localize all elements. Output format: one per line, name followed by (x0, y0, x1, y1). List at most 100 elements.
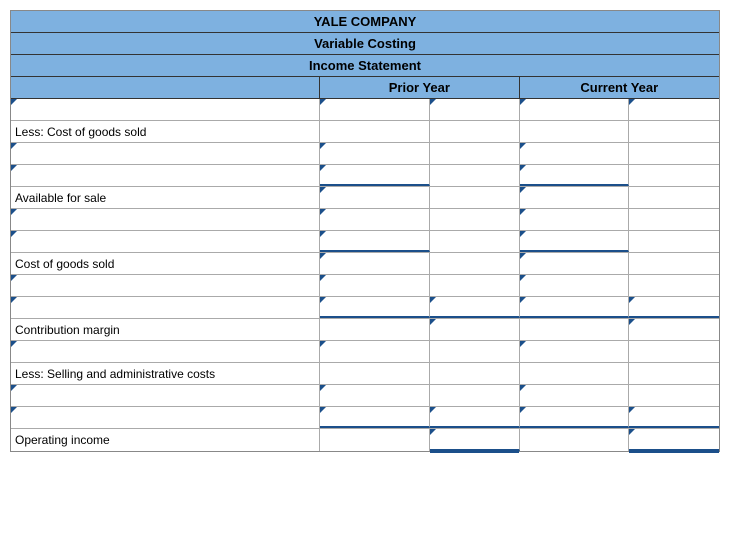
value-cell[interactable] (430, 297, 520, 318)
label-text: Less: Cost of goods sold (11, 125, 146, 139)
value-cell (629, 231, 719, 252)
dropdown-icon (320, 275, 326, 281)
dropdown-icon (11, 385, 17, 391)
value-cell (320, 363, 430, 384)
value-cell[interactable] (520, 231, 630, 252)
dropdown-icon (520, 341, 526, 347)
label-text: Less: Selling and administrative costs (11, 367, 215, 381)
value-cell[interactable] (320, 143, 430, 164)
value-cell (430, 187, 520, 208)
table-row (11, 165, 719, 187)
label-cell[interactable] (11, 385, 320, 406)
value-cell[interactable] (520, 143, 630, 164)
value-cell[interactable] (629, 99, 719, 120)
value-cell[interactable] (320, 165, 430, 186)
table-row (11, 231, 719, 253)
label-cell[interactable] (11, 231, 320, 252)
value-cell[interactable] (629, 319, 719, 340)
value-cell[interactable] (629, 429, 719, 451)
label-cell[interactable] (11, 209, 320, 230)
value-cell[interactable] (520, 275, 630, 296)
value-cell[interactable] (520, 165, 630, 186)
label-cell[interactable] (11, 143, 320, 164)
report-name: Variable Costing (314, 36, 416, 51)
value-cell[interactable] (520, 407, 630, 428)
label-cell[interactable] (11, 99, 320, 120)
dropdown-icon (11, 143, 17, 149)
dropdown-icon (430, 99, 436, 105)
label-cell[interactable] (11, 165, 320, 186)
value-cell (629, 121, 719, 142)
value-cell[interactable] (320, 99, 430, 120)
value-cell[interactable] (320, 209, 430, 230)
dropdown-icon (320, 253, 326, 259)
value-cell (520, 429, 630, 451)
value-cell (430, 121, 520, 142)
value-cell[interactable] (320, 275, 430, 296)
value-cell[interactable] (520, 341, 630, 362)
value-cell[interactable] (629, 407, 719, 428)
value-cell[interactable] (320, 253, 430, 274)
value-cell[interactable] (320, 407, 430, 428)
value-cell[interactable] (520, 99, 630, 120)
dropdown-icon (320, 99, 326, 105)
value-cell[interactable] (430, 319, 520, 340)
value-cell[interactable] (320, 187, 430, 208)
label-cell: Available for sale (11, 187, 320, 208)
value-cell (520, 319, 630, 340)
value-cell[interactable] (320, 385, 430, 406)
value-cell[interactable] (520, 253, 630, 274)
value-cell[interactable] (320, 341, 430, 362)
label-cell[interactable] (11, 297, 320, 318)
income-statement-sheet: YALE COMPANY Variable Costing Income Sta… (10, 10, 720, 452)
value-cell (430, 209, 520, 230)
header-report: Variable Costing (11, 33, 719, 55)
value-cell[interactable] (520, 187, 630, 208)
value-cell[interactable] (520, 385, 630, 406)
dropdown-icon (629, 297, 635, 303)
table-row (11, 275, 719, 297)
label-cell[interactable] (11, 275, 320, 296)
value-cell[interactable] (629, 297, 719, 318)
label-cell[interactable] (11, 407, 320, 428)
value-cell[interactable] (320, 231, 430, 252)
dropdown-icon (520, 407, 526, 413)
label-text: Contribution margin (11, 323, 120, 337)
dropdown-icon (520, 187, 526, 193)
dropdown-icon (629, 319, 635, 325)
value-cell[interactable] (520, 209, 630, 230)
table-row (11, 209, 719, 231)
value-cell[interactable] (520, 297, 630, 318)
dropdown-icon (320, 297, 326, 303)
dropdown-icon (11, 165, 17, 171)
col-label (11, 77, 320, 98)
value-cell[interactable] (320, 297, 430, 318)
value-cell (629, 165, 719, 186)
dropdown-icon (11, 275, 17, 281)
table-row (11, 143, 719, 165)
label-cell: Contribution margin (11, 319, 320, 340)
dropdown-icon (11, 99, 17, 105)
table-row: Available for sale (11, 187, 719, 209)
value-cell (430, 385, 520, 406)
value-cell (629, 363, 719, 384)
label-cell: Less: Selling and administrative costs (11, 363, 320, 384)
dropdown-icon (11, 297, 17, 303)
value-cell (520, 121, 630, 142)
label-cell[interactable] (11, 341, 320, 362)
dropdown-icon (520, 275, 526, 281)
dropdown-icon (629, 99, 635, 105)
value-cell[interactable] (430, 407, 520, 428)
dropdown-icon (320, 341, 326, 347)
table-row (11, 385, 719, 407)
label-text: Operating income (11, 433, 110, 447)
label-cell: Operating income (11, 429, 320, 451)
company-name: YALE COMPANY (314, 14, 417, 29)
label-cell: Less: Cost of goods sold (11, 121, 320, 142)
table-row (11, 407, 719, 429)
dropdown-icon (11, 341, 17, 347)
header-company: YALE COMPANY (11, 11, 719, 33)
value-cell[interactable] (430, 429, 520, 451)
value-cell (320, 121, 430, 142)
value-cell[interactable] (430, 99, 520, 120)
